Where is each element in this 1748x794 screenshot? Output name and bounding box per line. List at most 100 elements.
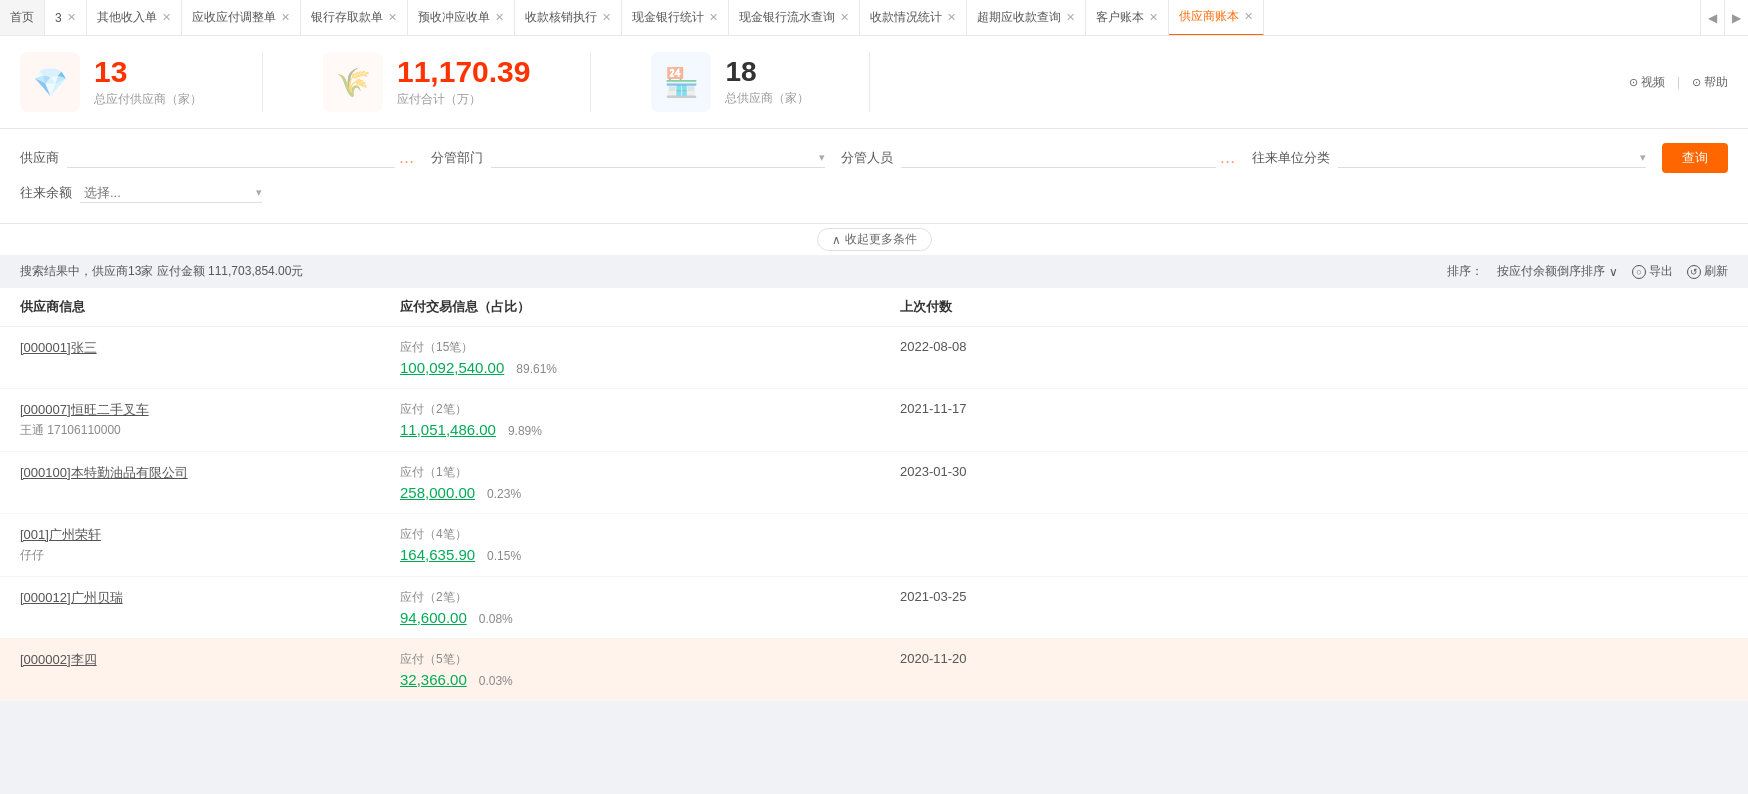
- tab-3[interactable]: 3 ✕: [45, 0, 87, 36]
- tab-3-label: 3: [55, 11, 62, 25]
- tab-prepay[interactable]: 预收冲应收单 ✕: [408, 0, 515, 36]
- summary-bar: 💎 13 总应付供应商（家） 🌾 11,170.39 应付合计（万） 🏪 18 …: [0, 36, 1748, 129]
- cell-lastpay-6: 2020-11-20: [900, 651, 1728, 666]
- close-icon[interactable]: ✕: [162, 11, 171, 24]
- supplier-link-4[interactable]: [001]广州荣轩: [20, 527, 101, 542]
- cell-transaction-4: 应付（4笔） 164,635.90 0.15%: [400, 526, 900, 563]
- sort-option-label: 按应付余额倒序排序: [1497, 263, 1605, 280]
- sort-area: 排序： 按应付余额倒序排序 ∨ ○ 导出 ↺ 刷新: [1447, 263, 1728, 280]
- tab-bank-deposit[interactable]: 银行存取款单 ✕: [301, 0, 408, 36]
- category-dropdown-arrow[interactable]: ▾: [1640, 151, 1646, 164]
- close-icon[interactable]: ✕: [1066, 11, 1075, 24]
- query-button[interactable]: 查询: [1662, 143, 1728, 173]
- supplier-sub-2: 王通 17106110000: [20, 422, 400, 439]
- summary-item-payable-suppliers: 💎 13 总应付供应商（家）: [20, 52, 263, 112]
- filter-category: 往来单位分类 ▾: [1252, 148, 1647, 168]
- payable-suppliers-label: 总应付供应商（家）: [94, 91, 202, 108]
- tab-cash-flow[interactable]: 现金银行流水查询 ✕: [729, 0, 860, 36]
- table-row: [000002]李四 应付（5笔） 32,366.00 0.03% 2020-1…: [0, 639, 1748, 701]
- cell-lastpay-1: 2022-08-08: [900, 339, 1728, 354]
- person-filter-dots[interactable]: …: [1220, 149, 1236, 167]
- payable-suppliers-number: 13: [94, 57, 202, 87]
- close-icon[interactable]: ✕: [495, 11, 504, 24]
- tab-cash-stat[interactable]: 现金银行统计 ✕: [622, 0, 729, 36]
- tab-home[interactable]: 首页: [0, 0, 45, 36]
- total-suppliers-label: 总供应商（家）: [725, 90, 809, 107]
- tab-customer-book[interactable]: 客户账本 ✕: [1086, 0, 1169, 36]
- collapse-button[interactable]: ∧ 收起更多条件: [817, 228, 932, 251]
- tab-supplier-book[interactable]: 供应商账本 ✕: [1169, 0, 1264, 36]
- tab-overdue[interactable]: 超期应收款查询 ✕: [967, 0, 1086, 36]
- tab-adjust[interactable]: 应收应付调整单 ✕: [182, 0, 301, 36]
- lastpay-date-5: 2021-03-25: [900, 589, 967, 604]
- close-icon[interactable]: ✕: [947, 11, 956, 24]
- supplier-link-1[interactable]: [000001]张三: [20, 340, 97, 355]
- tab-collection-stat[interactable]: 收款情况统计 ✕: [860, 0, 967, 36]
- close-icon[interactable]: ✕: [709, 11, 718, 24]
- balance-filter-input[interactable]: [80, 183, 256, 202]
- supplier-link-6[interactable]: [000002]李四: [20, 652, 97, 667]
- refresh-button[interactable]: ↺ 刷新: [1687, 263, 1728, 280]
- supplier-link-3[interactable]: [000100]本特勤油品有限公司: [20, 465, 188, 480]
- filter-area: 供应商 … 分管部门 ▾ 分管人员 … 往来单位分类 ▾ 查询 往来余额: [0, 129, 1748, 224]
- category-filter-input[interactable]: [1338, 148, 1641, 167]
- result-bar: 搜索结果中，供应商13家 应付金额 111,703,854.00元 排序： 按应…: [0, 255, 1748, 288]
- help-link[interactable]: ⊙ 帮助: [1692, 74, 1728, 91]
- cell-supplier-4: [001]广州荣轩 仔仔: [20, 526, 400, 564]
- trans-pct-3: 0.23%: [487, 487, 521, 501]
- trans-label-4: 应付（4笔）: [400, 526, 900, 543]
- balance-filter-dropdown: ▾: [80, 183, 262, 203]
- trans-amount-2[interactable]: 11,051,486.00: [400, 421, 496, 438]
- tab-receipt-verify-label: 收款核销执行: [525, 9, 597, 26]
- tab-receipt-verify[interactable]: 收款核销执行 ✕: [515, 0, 622, 36]
- filter-dept: 分管部门 ▾: [431, 148, 826, 168]
- tab-other-income[interactable]: 其他收入单 ✕: [87, 0, 182, 36]
- trans-amount-3[interactable]: 258,000.00: [400, 484, 475, 501]
- trans-pct-5: 0.08%: [479, 612, 513, 626]
- lastpay-date-1: 2022-08-08: [900, 339, 967, 354]
- export-button[interactable]: ○ 导出: [1632, 263, 1673, 280]
- col-header-lastpay: 上次付数: [900, 298, 1728, 316]
- payable-suppliers-icon: 💎: [20, 52, 80, 112]
- balance-dropdown-arrow[interactable]: ▾: [256, 186, 262, 199]
- person-filter-input[interactable]: [901, 148, 1216, 168]
- filter-row-1: 供应商 … 分管部门 ▾ 分管人员 … 往来单位分类 ▾ 查询: [20, 143, 1728, 173]
- supplier-filter-dots[interactable]: …: [399, 149, 415, 167]
- export-icon: ○: [1632, 265, 1646, 279]
- trans-pct-4: 0.15%: [487, 549, 521, 563]
- cell-transaction-2: 应付（2笔） 11,051,486.00 9.89%: [400, 401, 900, 438]
- dept-filter-input[interactable]: [491, 148, 820, 167]
- table-row: [000012]广州贝瑞 应付（2笔） 94,600.00 0.08% 2021…: [0, 577, 1748, 639]
- supplier-sub-4: 仔仔: [20, 547, 400, 564]
- nav-arrows: ◀ ▶: [1700, 0, 1748, 36]
- cell-supplier-3: [000100]本特勤油品有限公司: [20, 464, 400, 482]
- trans-amount-1[interactable]: 100,092,540.00: [400, 359, 504, 376]
- tab-overdue-label: 超期应收款查询: [977, 9, 1061, 26]
- close-icon[interactable]: ✕: [1244, 10, 1253, 23]
- supplier-link-5[interactable]: [000012]广州贝瑞: [20, 590, 123, 605]
- filter-balance: 往来余额 ▾: [20, 183, 262, 203]
- refresh-label: 刷新: [1704, 263, 1728, 280]
- close-icon[interactable]: ✕: [388, 11, 397, 24]
- collapse-bar: ∧ 收起更多条件: [0, 224, 1748, 255]
- sort-arrow-icon[interactable]: ∨: [1609, 265, 1618, 279]
- close-icon[interactable]: ✕: [67, 11, 76, 24]
- table-row: [001]广州荣轩 仔仔 应付（4笔） 164,635.90 0.15%: [0, 514, 1748, 577]
- video-link[interactable]: ⊙ 视频: [1629, 74, 1665, 91]
- close-icon[interactable]: ✕: [1149, 11, 1158, 24]
- dept-dropdown-arrow[interactable]: ▾: [819, 151, 825, 164]
- supplier-link-2[interactable]: [000007]恒旺二手叉车: [20, 402, 149, 417]
- trans-amount-5[interactable]: 94,600.00: [400, 609, 467, 626]
- category-filter-label: 往来单位分类: [1252, 149, 1330, 167]
- trans-amount-4[interactable]: 164,635.90: [400, 546, 475, 563]
- summary-item-payable-total: 🌾 11,170.39 应付合计（万）: [323, 52, 591, 112]
- trans-amount-6[interactable]: 32,366.00: [400, 671, 467, 688]
- trans-label-5: 应付（2笔）: [400, 589, 900, 606]
- close-icon[interactable]: ✕: [840, 11, 849, 24]
- close-icon[interactable]: ✕: [281, 11, 290, 24]
- supplier-filter-input[interactable]: [67, 148, 395, 168]
- nav-prev-arrow[interactable]: ◀: [1700, 0, 1724, 36]
- trans-pct-1: 89.61%: [516, 362, 557, 376]
- close-icon[interactable]: ✕: [602, 11, 611, 24]
- nav-next-arrow[interactable]: ▶: [1724, 0, 1748, 36]
